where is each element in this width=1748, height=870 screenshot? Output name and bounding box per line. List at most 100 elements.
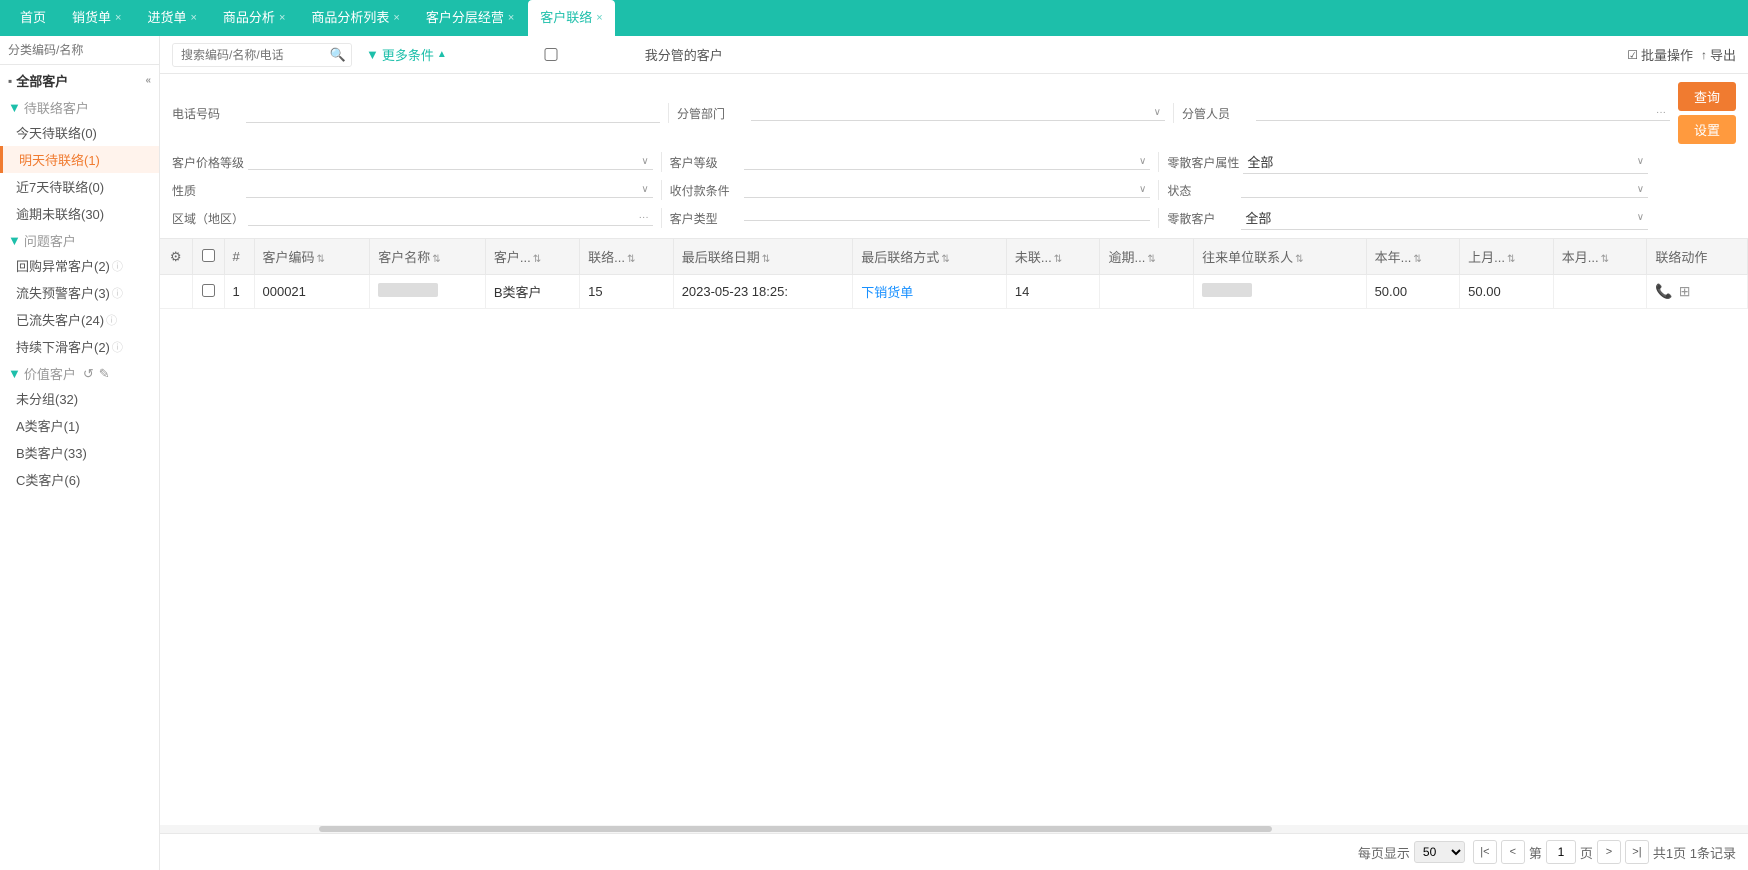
filter-bar: 🔍 ▼ 更多条件 ▲ 我分管的客户 ☑ 批量操作 ↑ 导出 bbox=[160, 36, 1748, 74]
col-this-year: 本年...⇅ bbox=[1366, 239, 1460, 275]
more-conditions-btn[interactable]: ▼ 更多条件 ▲ bbox=[360, 42, 453, 67]
phone-field: 电话号码 bbox=[172, 104, 660, 123]
customer-level-select[interactable]: ∨ bbox=[744, 154, 1151, 170]
customer-type-field: 客户类型 bbox=[670, 210, 1151, 227]
sidebar-item-declining[interactable]: 持续下滑客户(2) ⓘ bbox=[0, 333, 159, 360]
action-grid-icon[interactable]: ⊞ bbox=[1679, 283, 1691, 300]
sidebar-item-a-class[interactable]: A类客户(1) bbox=[0, 412, 159, 439]
retail-customer-select[interactable]: 全部 ∨ bbox=[1241, 206, 1648, 230]
col-no-contact: 未联...⇅ bbox=[1006, 239, 1100, 275]
retail-attr-select[interactable]: 全部 ∨ bbox=[1243, 150, 1648, 174]
nav-sales-order[interactable]: 销货单 × bbox=[60, 0, 133, 36]
col-type: 客户...⇅ bbox=[485, 239, 579, 275]
sidebar-item-today-contact[interactable]: 今天待联络(0) bbox=[0, 119, 159, 146]
info-icon-3: ⓘ bbox=[112, 339, 123, 355]
filter-bar-right: ☑ 批量操作 ↑ 导出 bbox=[1627, 45, 1736, 64]
sidebar-item-ungrouped[interactable]: 未分组(32) bbox=[0, 385, 159, 412]
all-customers-header: ▪ 全部客户 « bbox=[0, 65, 159, 94]
checkbox-batch-icon: ☑ bbox=[1627, 48, 1638, 62]
payment-chevron-icon: ∨ bbox=[1139, 184, 1146, 195]
action-phone-icon[interactable]: 📞 bbox=[1655, 283, 1672, 300]
next-page-btn[interactable]: > bbox=[1597, 840, 1621, 864]
table-row: 1 000021 B类客户 15 2023-05-23 18:25: 下销货单 … bbox=[160, 275, 1748, 309]
export-btn[interactable]: ↑ 导出 bbox=[1701, 45, 1736, 64]
payment-select[interactable]: ∨ bbox=[744, 182, 1151, 198]
pending-contact-group: ▼ 待联络客户 bbox=[0, 94, 159, 119]
sidebar-item-overdue-contact[interactable]: 逾期未联络(30) bbox=[0, 200, 159, 227]
status-select[interactable]: ∨ bbox=[1241, 182, 1648, 198]
sidebar-collapse-icon[interactable]: « bbox=[145, 75, 151, 86]
close-customer-seg-icon[interactable]: × bbox=[508, 0, 514, 36]
refresh-icon[interactable]: ↺ bbox=[83, 366, 94, 382]
close-sales-order-icon[interactable]: × bbox=[115, 0, 121, 36]
divider-7 bbox=[661, 208, 662, 228]
gender-chevron-icon: ∨ bbox=[641, 184, 648, 195]
nav-product-analysis[interactable]: 商品分析 × bbox=[211, 0, 297, 36]
status-field: 状态 ∨ bbox=[1167, 182, 1648, 199]
query-button[interactable]: 查询 bbox=[1678, 82, 1736, 111]
per-page-select[interactable]: 50 100 200 bbox=[1414, 841, 1465, 863]
col-overdue: 逾期...⇅ bbox=[1100, 239, 1194, 275]
price-level-select[interactable]: ∨ bbox=[248, 154, 653, 170]
prev-page-btn[interactable]: < bbox=[1501, 840, 1525, 864]
table-wrapper: ⚙ # 客户编码⇅ 客户名称⇅ 客户...⇅ 联络...⇅ 最后联络日期⇅ 最后… bbox=[160, 239, 1748, 825]
region-select[interactable]: ··· bbox=[248, 210, 653, 226]
horizontal-scrollbar[interactable] bbox=[160, 825, 1748, 833]
row-settings bbox=[160, 275, 192, 309]
sidebar-item-tomorrow-contact[interactable]: 明天待联络(1) bbox=[0, 146, 159, 173]
nav-product-analysis-list[interactable]: 商品分析列表 × bbox=[299, 0, 411, 36]
my-customers-checkbox[interactable] bbox=[461, 48, 641, 61]
row-select-checkbox[interactable] bbox=[202, 284, 215, 297]
col-name: 客户名称⇅ bbox=[370, 239, 486, 275]
settings-button[interactable]: 设置 bbox=[1678, 115, 1736, 144]
sidebar-item-7days-contact[interactable]: 近7天待联络(0) bbox=[0, 173, 159, 200]
scrollbar-thumb[interactable] bbox=[319, 826, 1272, 832]
nav-home[interactable]: 首页 bbox=[8, 0, 58, 36]
customer-table: ⚙ # 客户编码⇅ 客户名称⇅ 客户...⇅ 联络...⇅ 最后联络日期⇅ 最后… bbox=[160, 239, 1748, 309]
main-search-icon[interactable]: 🔍 bbox=[330, 47, 346, 63]
retail-customer-chevron-icon: ∨ bbox=[1637, 212, 1644, 223]
sidebar-item-c-class[interactable]: C类客户(6) bbox=[0, 466, 159, 493]
content-area: 🔍 ▼ 更多条件 ▲ 我分管的客户 ☑ 批量操作 ↑ 导出 bbox=[160, 36, 1748, 870]
sidebar: 🔍 ▪ 全部客户 « ▼ 待联络客户 今天待联络(0) 明天待联络(1) 近7天… bbox=[0, 36, 160, 870]
last-contact-link[interactable]: 下销货单 bbox=[861, 285, 913, 300]
dept-select[interactable]: ∨ bbox=[751, 105, 1165, 121]
first-page-btn[interactable]: |< bbox=[1473, 840, 1497, 864]
filter-icon: ▼ bbox=[366, 47, 379, 62]
col-index: # bbox=[224, 239, 254, 275]
batch-ops-btn[interactable]: ☑ 批量操作 bbox=[1627, 45, 1693, 64]
nav-customer-segmentation[interactable]: 客户分层经营 × bbox=[414, 0, 526, 36]
chevron-up-icon: ▲ bbox=[437, 49, 447, 60]
nav-customer-contact[interactable]: 客户联络 × bbox=[528, 0, 614, 36]
sidebar-item-churn-warning[interactable]: 流失预警客户(3) ⓘ bbox=[0, 279, 159, 306]
manager-select[interactable]: ··· bbox=[1256, 105, 1670, 121]
close-product-analysis-icon[interactable]: × bbox=[279, 0, 285, 36]
table-header-row: ⚙ # 客户编码⇅ 客户名称⇅ 客户...⇅ 联络...⇅ 最后联络日期⇅ 最后… bbox=[160, 239, 1748, 275]
gender-select[interactable]: ∨ bbox=[246, 182, 653, 198]
close-customer-contact-icon[interactable]: × bbox=[596, 0, 602, 36]
phone-input[interactable] bbox=[246, 104, 660, 123]
row-contacts: 15 bbox=[580, 275, 674, 309]
retail-customer-field: 零散客户 全部 ∨ bbox=[1167, 206, 1648, 230]
col-this-month: 本月...⇅ bbox=[1553, 239, 1647, 275]
divider-1 bbox=[668, 103, 669, 123]
sidebar-item-b-class[interactable]: B类客户(33) bbox=[0, 439, 159, 466]
payment-field: 收付款条件 ∨ bbox=[670, 182, 1151, 199]
nav-purchase-order[interactable]: 进货单 × bbox=[135, 0, 208, 36]
col-settings[interactable]: ⚙ bbox=[160, 239, 192, 275]
sidebar-search-input[interactable] bbox=[8, 43, 160, 57]
sidebar-item-churned[interactable]: 已流失客户(24) ⓘ bbox=[0, 306, 159, 333]
customer-type-select[interactable] bbox=[744, 216, 1151, 221]
divider-5 bbox=[661, 180, 662, 200]
close-product-analysis-list-icon[interactable]: × bbox=[393, 0, 399, 36]
page-number-input[interactable] bbox=[1546, 840, 1576, 864]
edit-icon[interactable]: ✎ bbox=[99, 366, 110, 382]
close-purchase-order-icon[interactable]: × bbox=[190, 0, 196, 36]
select-all-checkbox[interactable] bbox=[202, 249, 215, 262]
my-customers-checkbox-label[interactable]: 我分管的客户 bbox=[461, 45, 723, 64]
sidebar-item-abnormal-repurchase[interactable]: 回购异常客户(2) ⓘ bbox=[0, 252, 159, 279]
main-search-input[interactable] bbox=[172, 43, 352, 67]
last-page-btn[interactable]: >| bbox=[1625, 840, 1649, 864]
adv-filter-row-2: 客户价格等级 ∨ 客户等级 ∨ 零散客户属性 bbox=[172, 150, 1736, 174]
row-code: 000021 bbox=[254, 275, 370, 309]
